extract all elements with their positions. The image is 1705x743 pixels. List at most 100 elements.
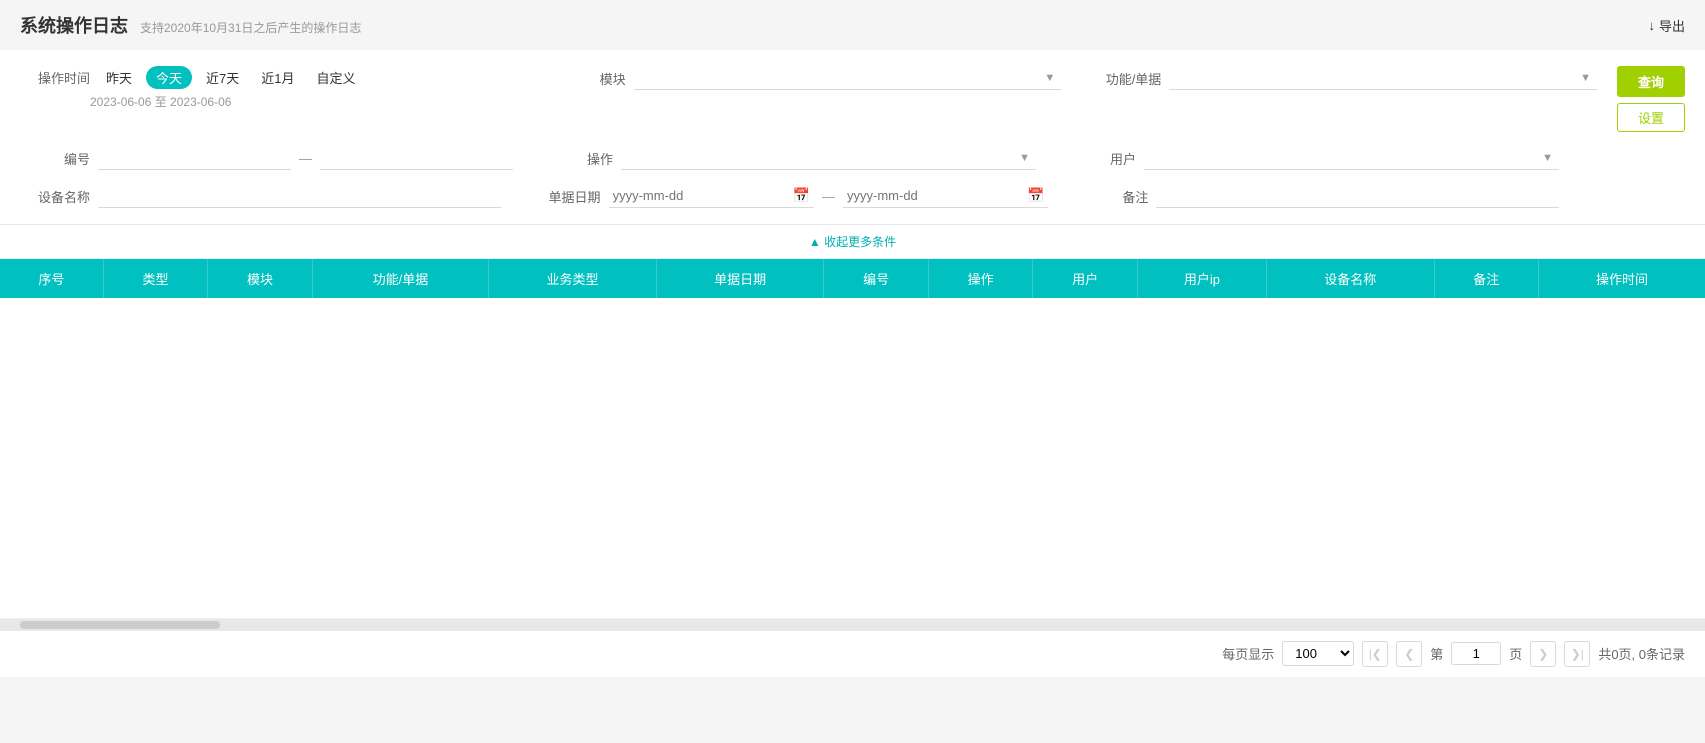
per-page-label: 每页显示	[1222, 644, 1274, 663]
date-start-input[interactable]	[609, 184, 793, 207]
date-filter-col: 单据日期 📅 — 📅	[531, 184, 1049, 208]
col-type: 类型	[103, 259, 207, 298]
number-label: 编号	[20, 149, 90, 168]
calendar-end-icon[interactable]: 📅	[1027, 187, 1044, 204]
table-header-row: 序号 类型 模块 功能/单据 业务类型 单据日期 编号 操作 用户 用户ip 设…	[0, 259, 1705, 298]
module-input[interactable]	[634, 66, 1062, 90]
collapse-text: 收起更多条件	[824, 235, 896, 249]
data-table: 序号 类型 模块 功能/单据 业务类型 单据日期 编号 操作 用户 用户ip 设…	[0, 259, 1705, 619]
number-end-input[interactable]	[320, 146, 513, 170]
page-unit: 页	[1509, 644, 1522, 663]
date-end-input[interactable]	[843, 184, 1027, 207]
time-buttons: 昨天 今天 近7天 近1月 自定义	[98, 66, 364, 89]
empty-row	[0, 298, 1705, 618]
time-btn-today[interactable]: 今天	[146, 66, 192, 89]
page-title: 系统操作日志	[20, 12, 128, 38]
col-op-time: 操作时间	[1539, 259, 1705, 298]
prev-page-icon: ❮	[1404, 647, 1414, 661]
col-seq: 序号	[0, 259, 103, 298]
date-start-wrapper: 📅	[609, 184, 814, 208]
col-number: 编号	[824, 259, 928, 298]
time-label: 操作时间	[20, 68, 90, 87]
module-filter-col: 模块 ▼	[556, 66, 1062, 90]
page-header: 系统操作日志 支持2020年10月31日之后产生的操作日志 ↓ 导出	[0, 0, 1705, 50]
function-filter-col: 功能/单据 ▼	[1091, 66, 1597, 90]
export-button[interactable]: ↓ 导出	[1648, 16, 1685, 35]
col-user-ip: 用户ip	[1137, 259, 1266, 298]
remark-label: 备注	[1078, 187, 1148, 206]
filter-row-1: 操作时间 昨天 今天 近7天 近1月 自定义 2023-06-06 至 2023…	[20, 66, 1685, 132]
operation-input[interactable]	[621, 146, 1036, 170]
col-operation: 操作	[928, 259, 1032, 298]
last-page-icon: ❯|	[1571, 647, 1584, 661]
function-input[interactable]	[1169, 66, 1597, 90]
filter-row-3: 设备名称 单据日期 📅 — 📅 备注	[20, 184, 1685, 208]
query-button[interactable]: 查询	[1617, 66, 1685, 97]
page-subtitle: 支持2020年10月31日之后产生的操作日志	[140, 19, 361, 36]
number-dash: —	[299, 151, 312, 166]
per-page-select[interactable]: 100	[1282, 641, 1354, 666]
first-page-icon: |❮	[1369, 647, 1382, 661]
page-input[interactable]	[1451, 642, 1501, 665]
scrollbar-thumb[interactable]	[20, 621, 220, 629]
export-icon: ↓	[1648, 18, 1655, 33]
col-biz-type: 业务类型	[489, 259, 657, 298]
remark-filter-col: 备注	[1078, 184, 1559, 208]
user-label: 用户	[1066, 149, 1136, 168]
collapse-bar[interactable]: ▲ 收起更多条件	[0, 225, 1705, 259]
date-dash: —	[822, 189, 835, 204]
first-page-button[interactable]: |❮	[1362, 641, 1388, 667]
page-label: 第	[1430, 644, 1443, 663]
table-container: 序号 类型 模块 功能/单据 业务类型 单据日期 编号 操作 用户 用户ip 设…	[0, 259, 1705, 619]
time-range-text: 2023-06-06 至 2023-06-06	[90, 95, 231, 109]
time-btn-7days[interactable]: 近7天	[198, 66, 247, 89]
module-label: 模块	[556, 69, 626, 88]
pagination: 每页显示 100 |❮ ❮ 第 页 ❯ ❯| 共0页, 0条记录	[0, 631, 1705, 677]
empty-cell	[0, 298, 1705, 618]
operation-filter-col: 操作 ▼	[543, 146, 1036, 170]
module-select-wrapper: ▼	[634, 66, 1062, 90]
number-filter-col: 编号 —	[20, 146, 513, 170]
user-select-wrapper: ▼	[1144, 146, 1559, 170]
date-end-wrapper: 📅	[843, 184, 1048, 208]
table-header: 序号 类型 模块 功能/单据 业务类型 单据日期 编号 操作 用户 用户ip 设…	[0, 259, 1705, 298]
action-buttons: 查询 设置	[1617, 66, 1685, 132]
col-module: 模块	[208, 259, 312, 298]
device-input[interactable]	[98, 184, 501, 208]
device-label: 设备名称	[20, 187, 90, 206]
next-page-icon: ❯	[1538, 647, 1548, 661]
filter-row-2: 编号 — 操作 ▼ 用户 ▼	[20, 146, 1685, 170]
operation-label: 操作	[543, 149, 613, 168]
time-btn-1month[interactable]: 近1月	[253, 66, 302, 89]
last-page-button[interactable]: ❯|	[1564, 641, 1590, 667]
settings-button[interactable]: 设置	[1617, 103, 1685, 132]
header-left: 系统操作日志 支持2020年10月31日之后产生的操作日志	[20, 12, 361, 38]
time-btn-custom[interactable]: 自定义	[309, 66, 364, 89]
user-filter-col: 用户 ▼	[1066, 146, 1559, 170]
col-doc-date: 单据日期	[656, 259, 824, 298]
time-filter-row: 操作时间 昨天 今天 近7天 近1月 自定义	[20, 66, 364, 89]
time-range: 2023-06-06 至 2023-06-06	[90, 93, 231, 110]
horizontal-scrollbar[interactable]	[0, 619, 1705, 631]
date-label: 单据日期	[531, 187, 601, 206]
next-page-button[interactable]: ❯	[1530, 641, 1556, 667]
time-btn-yesterday[interactable]: 昨天	[98, 66, 140, 89]
col-function: 功能/单据	[312, 259, 488, 298]
col-remark: 备注	[1434, 259, 1538, 298]
calendar-start-icon[interactable]: 📅	[793, 187, 810, 204]
total-info: 共0页, 0条记录	[1598, 644, 1685, 663]
number-start-input[interactable]	[98, 146, 291, 170]
time-filter-col: 操作时间 昨天 今天 近7天 近1月 自定义 2023-06-06 至 2023…	[20, 66, 526, 110]
function-select-wrapper: ▼	[1169, 66, 1597, 90]
device-filter-col: 设备名称	[20, 184, 501, 208]
operation-select-wrapper: ▼	[621, 146, 1036, 170]
col-user: 用户	[1033, 259, 1137, 298]
remark-input[interactable]	[1156, 184, 1559, 208]
function-label: 功能/单据	[1091, 69, 1161, 88]
collapse-icon: ▲	[809, 235, 821, 249]
export-label: 导出	[1659, 16, 1685, 35]
prev-page-button[interactable]: ❮	[1396, 641, 1422, 667]
table-body	[0, 298, 1705, 618]
user-input[interactable]	[1144, 146, 1559, 170]
filter-cols-1: 操作时间 昨天 今天 近7天 近1月 自定义 2023-06-06 至 2023…	[20, 66, 1597, 110]
